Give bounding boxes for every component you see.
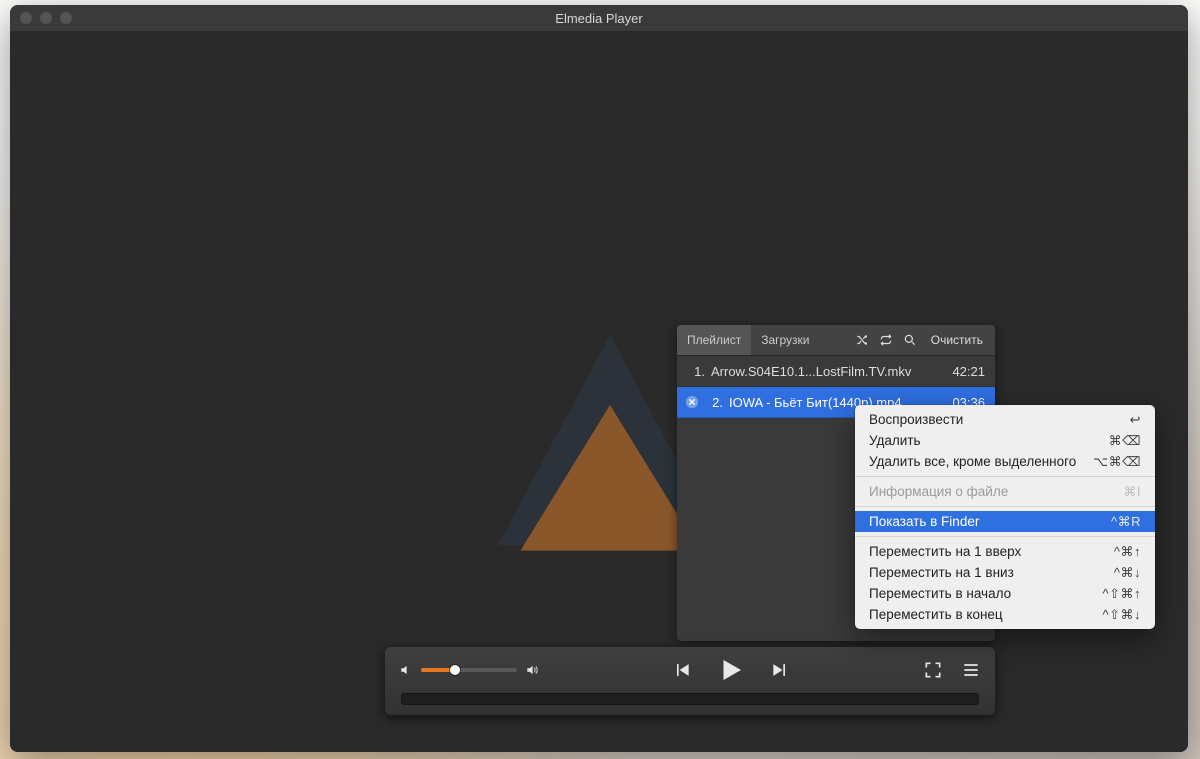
ctx-delete[interactable]: Удалить ⌘⌫ <box>855 430 1155 451</box>
ctx-label: Переместить в начало <box>869 586 1103 601</box>
ctx-file-info: Информация о файле ⌘I <box>855 481 1155 502</box>
ctx-move-top[interactable]: Переместить в начало ^⇧⌘↑ <box>855 583 1155 604</box>
fullscreen-button[interactable] <box>923 660 943 680</box>
context-menu: Воспроизвести ↩ Удалить ⌘⌫ Удалить все, … <box>855 405 1155 629</box>
ctx-label: Информация о файле <box>869 484 1123 499</box>
volume-high-icon[interactable] <box>525 663 539 677</box>
tab-playlist[interactable]: Плейлист <box>677 325 751 355</box>
ctx-show-in-finder[interactable]: Показать в Finder ^⌘R <box>855 511 1155 532</box>
titlebar: Elmedia Player <box>10 5 1188 31</box>
playlist-item-title: Arrow.S04E10.1...LostFilm.TV.mkv <box>711 364 942 379</box>
ctx-delete-others[interactable]: Удалить все, кроме выделенного ⌥⌘⌫ <box>855 451 1155 472</box>
control-bar <box>385 647 995 715</box>
ctx-move-up[interactable]: Переместить на 1 вверх ^⌘↑ <box>855 541 1155 562</box>
ctx-shortcut: ^⌘↓ <box>1114 565 1141 581</box>
playlist-item-index: 2. <box>703 395 723 410</box>
volume-slider[interactable] <box>421 668 517 672</box>
volume-low-icon[interactable] <box>399 663 413 677</box>
window-title: Elmedia Player <box>10 11 1188 26</box>
ctx-shortcut: ↩ <box>1130 412 1141 428</box>
menu-separator <box>855 506 1155 507</box>
previous-track-button[interactable] <box>672 660 692 680</box>
playlist-item[interactable]: 1. Arrow.S04E10.1...LostFilm.TV.mkv 42:2… <box>677 356 995 387</box>
ctx-label: Воспроизвести <box>869 412 1130 427</box>
ctx-shortcut: ⌥⌘⌫ <box>1093 454 1141 470</box>
playlist-item-index: 1. <box>685 364 705 379</box>
ctx-shortcut: ^⇧⌘↑ <box>1103 586 1142 602</box>
traffic-lights[interactable] <box>20 12 72 24</box>
next-track-button[interactable] <box>770 660 790 680</box>
progress-bar[interactable] <box>401 693 979 705</box>
playlist-header: Плейлист Загрузки Очистить <box>677 325 995 356</box>
ctx-label: Показать в Finder <box>869 514 1111 529</box>
menu-separator <box>855 536 1155 537</box>
minimize-window-icon[interactable] <box>40 12 52 24</box>
remove-item-icon[interactable] <box>685 395 699 409</box>
playlist-toggle-button[interactable] <box>961 660 981 680</box>
ctx-label: Переместить в конец <box>869 607 1103 622</box>
volume-control[interactable] <box>399 663 539 677</box>
video-area <box>10 31 1188 752</box>
playlist-item-duration: 42:21 <box>952 364 985 379</box>
play-button[interactable] <box>716 655 746 685</box>
ctx-label: Переместить на 1 вниз <box>869 565 1114 580</box>
ctx-label: Удалить <box>869 433 1109 448</box>
search-icon[interactable] <box>903 333 917 347</box>
clear-playlist-button[interactable]: Очистить <box>927 331 987 349</box>
ctx-move-bottom[interactable]: Переместить в конец ^⇧⌘↓ <box>855 604 1155 625</box>
ctx-play[interactable]: Воспроизвести ↩ <box>855 409 1155 430</box>
ctx-shortcut: ⌘I <box>1123 484 1141 500</box>
ctx-shortcut: ^⇧⌘↓ <box>1103 607 1142 623</box>
ctx-move-down[interactable]: Переместить на 1 вниз ^⌘↓ <box>855 562 1155 583</box>
app-window: Elmedia Player Плейлист Загрузки <box>10 5 1188 752</box>
zoom-window-icon[interactable] <box>60 12 72 24</box>
ctx-label: Переместить на 1 вверх <box>869 544 1114 559</box>
shuffle-icon[interactable] <box>855 333 869 347</box>
tab-downloads[interactable]: Загрузки <box>751 325 819 355</box>
ctx-shortcut: ⌘⌫ <box>1109 433 1141 449</box>
menu-separator <box>855 476 1155 477</box>
ctx-shortcut: ^⌘R <box>1111 514 1141 530</box>
close-window-icon[interactable] <box>20 12 32 24</box>
ctx-shortcut: ^⌘↑ <box>1114 544 1141 560</box>
ctx-label: Удалить все, кроме выделенного <box>869 454 1093 469</box>
repeat-icon[interactable] <box>879 333 893 347</box>
